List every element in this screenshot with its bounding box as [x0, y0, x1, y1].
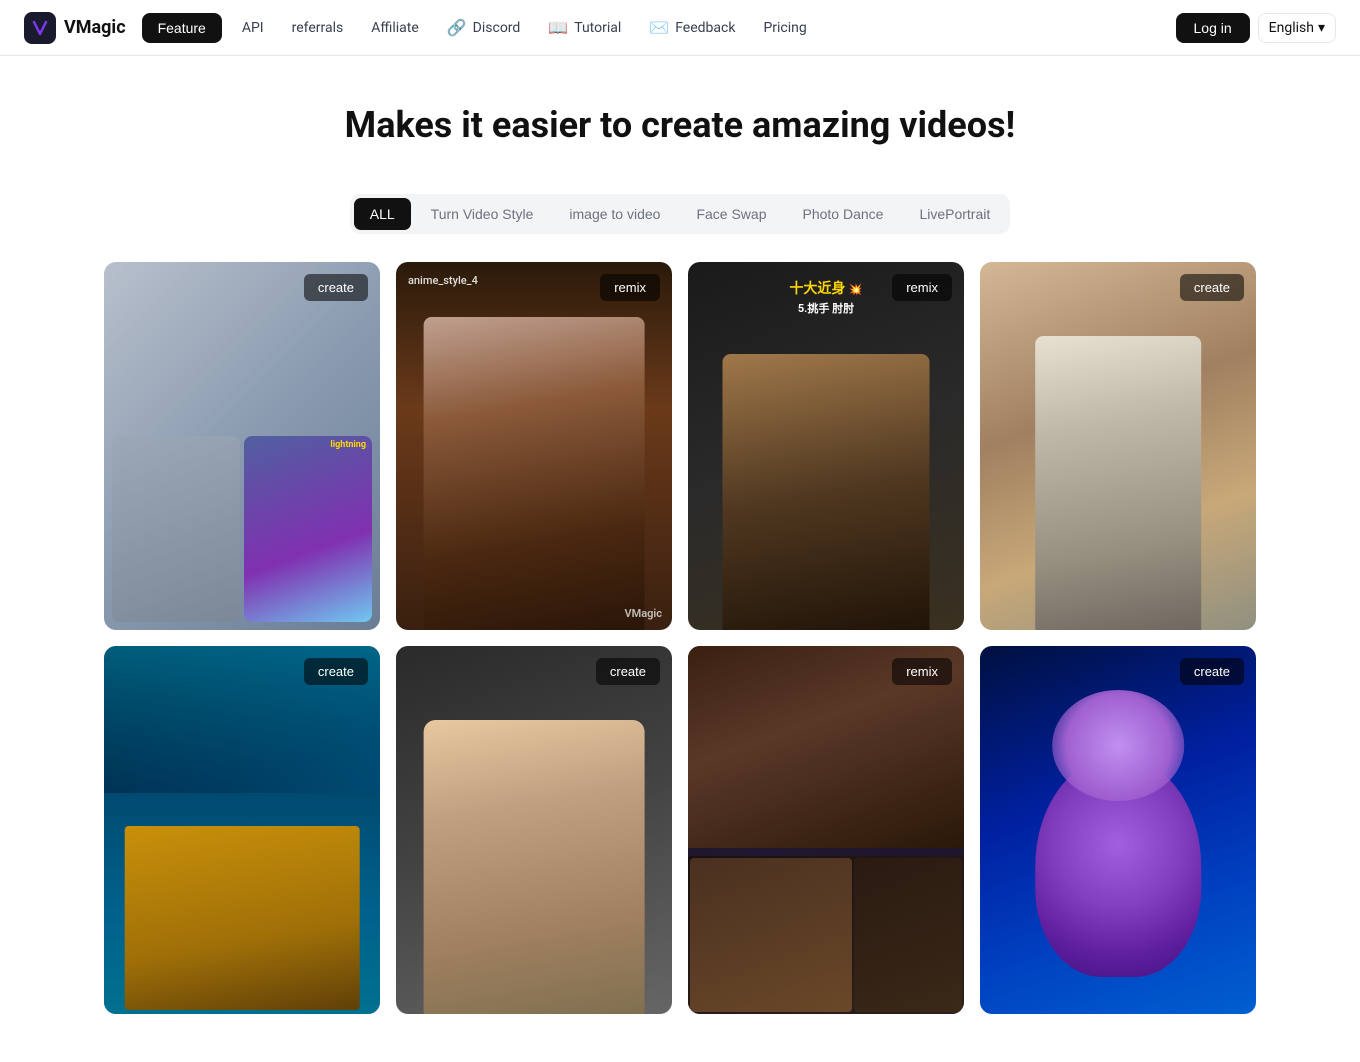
tutorial-label: Tutorial — [574, 20, 621, 36]
tabs-container: ALL Turn Video Style image to video Face… — [0, 194, 1360, 234]
gallery-card-6[interactable]: create — [396, 646, 672, 1014]
affiliate-label: Affiliate — [371, 20, 419, 36]
fight-figure — [723, 354, 930, 630]
logo[interactable]: VMagic — [24, 12, 126, 44]
language-selector[interactable]: English ▾ — [1258, 13, 1336, 43]
book-icon: 📖 — [548, 18, 568, 37]
tab-all[interactable]: ALL — [354, 198, 411, 230]
gallery-card-5[interactable]: create — [104, 646, 380, 1014]
gallery-card-2[interactable]: anime_style_4 VMagic remix — [396, 262, 672, 630]
gallery: lightning create anime_style_4 VMagic re… — [80, 262, 1280, 1062]
tab-image-to-video[interactable]: image to video — [553, 198, 676, 230]
referrals-label: referrals — [292, 20, 344, 36]
chinese-subtitle: 5.挑手 肘肘 — [789, 300, 862, 316]
tabs: ALL Turn Video Style image to video Face… — [350, 194, 1011, 234]
card-7-remix-button[interactable]: remix — [892, 658, 952, 685]
feature-button[interactable]: Feature — [142, 13, 222, 43]
gallery-card-7[interactable]: remix — [688, 646, 964, 1014]
chevron-down-icon: ▾ — [1318, 20, 1325, 36]
card-2-remix-button[interactable]: remix — [600, 274, 660, 301]
temple-structure — [125, 826, 360, 1010]
discord-icon: 🔗 — [447, 18, 467, 37]
astronaut-figure — [1035, 336, 1201, 630]
flower-figure — [1035, 756, 1201, 977]
card-sub-image-b: lightning — [244, 436, 372, 622]
nav-link-tutorial[interactable]: 📖 Tutorial — [536, 12, 633, 43]
tab-photo-dance[interactable]: Photo Dance — [787, 198, 900, 230]
gallery-card-8[interactable]: create — [980, 646, 1256, 1014]
card-sub-image-a — [112, 436, 240, 622]
nav-links: API referrals Affiliate 🔗 Discord 📖 Tuto… — [230, 12, 1176, 43]
nav-actions: Log in English ▾ — [1176, 13, 1336, 43]
face-figure — [424, 720, 645, 1014]
action-scene-bottom — [688, 856, 964, 1014]
gallery-card-3[interactable]: 十大近身 💥 5.挑手 肘肘 remix — [688, 262, 964, 630]
nav-link-affiliate[interactable]: Affiliate — [359, 14, 431, 42]
card-1-create-button[interactable]: create — [304, 274, 368, 301]
nav-link-pricing[interactable]: Pricing — [751, 14, 818, 42]
hero-section: Makes it easier to create amazing videos… — [0, 56, 1360, 178]
card-5-create-button[interactable]: create — [304, 658, 368, 685]
action-bot-image-a — [690, 858, 852, 1012]
card-inner-images: lightning — [104, 428, 380, 630]
nav-link-feedback[interactable]: ✉️ Feedback — [637, 12, 747, 43]
chinese-title: 十大近身 💥 — [789, 278, 862, 298]
hero-title: Makes it easier to create amazing videos… — [24, 104, 1336, 146]
nav-link-api[interactable]: API — [230, 14, 276, 42]
discord-label: Discord — [473, 20, 521, 36]
gallery-grid: lightning create anime_style_4 VMagic re… — [104, 262, 1256, 1014]
mail-icon: ✉️ — [649, 18, 669, 37]
vmagic-watermark: VMagic — [624, 607, 662, 620]
nav-link-referrals[interactable]: referrals — [280, 14, 356, 42]
chinese-text: 十大近身 💥 5.挑手 肘肘 — [789, 278, 862, 316]
language-label: English — [1269, 20, 1314, 36]
anime-style-label: anime_style_4 — [408, 274, 478, 287]
tab-turn-video-style[interactable]: Turn Video Style — [415, 198, 550, 230]
anime-figure — [424, 317, 645, 630]
nav-link-discord[interactable]: 🔗 Discord — [435, 12, 533, 43]
lightning-text: lightning — [330, 440, 366, 450]
tab-live-portrait[interactable]: LivePortrait — [903, 198, 1006, 230]
action-bot-image-b — [854, 858, 962, 1012]
card-6-create-button[interactable]: create — [596, 658, 660, 685]
pricing-label: Pricing — [763, 20, 806, 36]
navbar: VMagic Feature API referrals Affiliate 🔗… — [0, 0, 1360, 56]
card-8-create-button[interactable]: create — [1180, 658, 1244, 685]
api-label: API — [242, 20, 264, 36]
login-button[interactable]: Log in — [1176, 13, 1250, 43]
gallery-card-1[interactable]: lightning create — [104, 262, 380, 630]
gallery-card-4[interactable]: create — [980, 262, 1256, 630]
logo-text: VMagic — [64, 17, 126, 38]
logo-icon — [24, 12, 56, 44]
card-3-remix-button[interactable]: remix — [892, 274, 952, 301]
feedback-label: Feedback — [675, 20, 735, 36]
card-4-create-button[interactable]: create — [1180, 274, 1244, 301]
tab-face-swap[interactable]: Face Swap — [680, 198, 782, 230]
